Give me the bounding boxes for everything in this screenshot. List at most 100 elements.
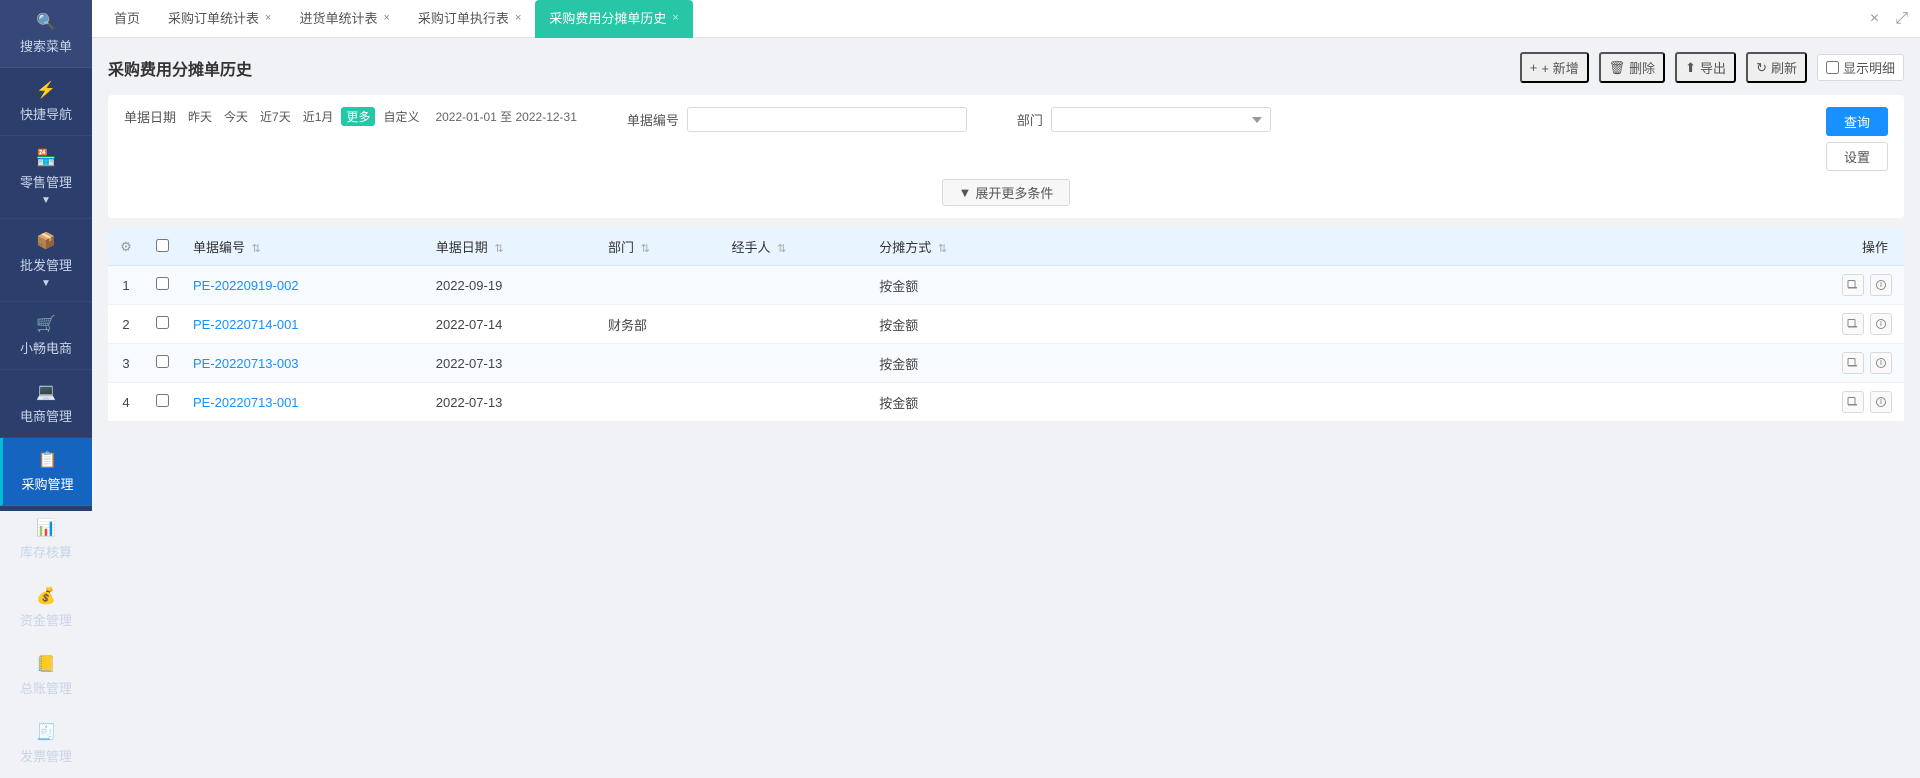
tab-inbound-stats[interactable]: 进货单统计表 ×	[285, 0, 403, 38]
sort-icon[interactable]: ⇅	[494, 243, 503, 255]
row-dept	[596, 266, 719, 305]
sidebar-item-invoice[interactable]: 🧾 发票管理	[0, 710, 92, 778]
row-date: 2022-07-14	[424, 305, 596, 344]
sidebar-item-label: 批发管理	[20, 255, 72, 274]
show-cols-checkbox[interactable]	[1826, 61, 1839, 74]
docno-filter-group: 单据编号	[627, 107, 967, 132]
date-btn-today[interactable]: 今天	[220, 107, 252, 126]
date-shortcuts: 昨天 今天 近7天 近1月 更多 自定义	[184, 107, 423, 126]
search-button[interactable]: 查询	[1826, 107, 1888, 136]
row-method: 按金额	[867, 266, 1765, 305]
date-btn-1month[interactable]: 近1月	[299, 107, 338, 126]
col-docno-label: 单据编号	[193, 240, 245, 255]
sidebar-item-ledger[interactable]: 📒 总账管理	[0, 642, 92, 710]
close-icon[interactable]: ×	[383, 12, 389, 24]
show-cols-button[interactable]: 显示明细	[1817, 54, 1904, 81]
wholesale-icon: 📦	[36, 231, 56, 251]
sort-icon[interactable]: ⇅	[777, 243, 786, 255]
sidebar-item-inventory[interactable]: 📊 库存核算	[0, 506, 92, 574]
sort-icon[interactable]: ⇅	[938, 243, 947, 255]
row-select-checkbox[interactable]	[156, 394, 169, 407]
sidebar-item-purchase[interactable]: 📋 采购管理	[0, 438, 92, 506]
edit-action-icon[interactable]	[1842, 313, 1864, 335]
chevron-down-icon: ▼	[41, 195, 51, 206]
edit-action-icon[interactable]	[1842, 352, 1864, 374]
expand-button[interactable]: ▼ 展开更多条件	[942, 179, 1071, 206]
dept-select[interactable]	[1051, 107, 1271, 132]
row-checkbox	[144, 305, 181, 344]
maximize-tab-action[interactable]: ⤢	[1891, 8, 1912, 30]
sidebar-item-label: 搜索菜单	[20, 36, 72, 55]
col-settings[interactable]: ⚙	[108, 228, 144, 266]
table-row: 4 PE-20220713-001 2022-07-13 按金额	[108, 383, 1904, 422]
export-button[interactable]: ⬆ 导出	[1675, 52, 1736, 83]
edit-action-icon[interactable]	[1842, 274, 1864, 296]
row-select-checkbox[interactable]	[156, 277, 169, 290]
edit-action-icon[interactable]	[1842, 391, 1864, 413]
ecommerce-icon: 💻	[36, 382, 56, 402]
row-select-checkbox[interactable]	[156, 355, 169, 368]
detail-action-icon[interactable]	[1870, 391, 1892, 413]
sidebar-item-wholesale[interactable]: 📦 批发管理 ▼	[0, 219, 92, 302]
sidebar-item-label: 发票管理	[20, 746, 72, 765]
close-icon[interactable]: ×	[515, 12, 521, 24]
table-row: 3 PE-20220713-003 2022-07-13 按金额	[108, 344, 1904, 383]
select-all-checkbox[interactable]	[156, 239, 169, 252]
detail-action-icon[interactable]	[1870, 352, 1892, 374]
col-handler-label: 经手人	[731, 240, 770, 255]
sidebar-item-finance[interactable]: 💰 资金管理	[0, 574, 92, 642]
row-select-checkbox[interactable]	[156, 316, 169, 329]
inventory-icon: 📊	[36, 518, 56, 538]
date-btn-7days[interactable]: 近7天	[256, 107, 295, 126]
row-no: 3	[108, 344, 144, 383]
docno-link[interactable]: PE-20220919-002	[193, 278, 299, 293]
chevron-down-icon: ▼	[41, 278, 51, 289]
sidebar-item-ecommerce[interactable]: 💻 电商管理	[0, 370, 92, 438]
row-method: 按金额	[867, 344, 1765, 383]
close-tab-action[interactable]: ×	[1866, 8, 1883, 30]
sidebar-item-label: 电商管理	[20, 406, 72, 425]
docno-input[interactable]	[687, 107, 967, 132]
sort-icon[interactable]: ⇅	[252, 243, 261, 255]
docno-link[interactable]: PE-20220713-003	[193, 356, 299, 371]
sidebar-item-quicknav[interactable]: ⚡ 快捷导航	[0, 68, 92, 136]
sidebar-item-retail[interactable]: 🏪 零售管理 ▼	[0, 136, 92, 219]
show-cols-label: 显示明细	[1843, 58, 1895, 77]
filter-buttons: 查询 设置	[1826, 107, 1888, 171]
tab-label: 采购订单统计表	[168, 8, 259, 27]
detail-action-icon[interactable]	[1870, 313, 1892, 335]
ledger-icon: 📒	[36, 654, 56, 674]
col-action: 操作	[1765, 228, 1904, 266]
close-icon[interactable]: ×	[672, 12, 678, 24]
sidebar-item-ecommerce-small[interactable]: 🛒 小畅电商	[0, 302, 92, 370]
row-no: 2	[108, 305, 144, 344]
filter-row: 单据日期 昨天 今天 近7天 近1月 更多 自定义 2022-01-01 至 2…	[124, 107, 1888, 171]
delete-icon: 🗑	[1609, 60, 1626, 76]
tab-purchase-fee-history[interactable]: 采购费用分摊单历史 ×	[535, 0, 692, 38]
sidebar-item-search[interactable]: 🔍 搜索菜单	[0, 0, 92, 68]
docno-link[interactable]: PE-20220714-001	[193, 317, 299, 332]
row-actions	[1765, 266, 1904, 305]
tab-purchase-order-stats[interactable]: 采购订单统计表 ×	[154, 0, 285, 38]
date-btn-custom[interactable]: 自定义	[379, 107, 423, 126]
filter-settings-button[interactable]: 设置	[1826, 142, 1888, 171]
detail-action-icon[interactable]	[1870, 274, 1892, 296]
date-filter-label: 单据日期	[124, 107, 176, 126]
sidebar-item-label: 资金管理	[20, 610, 72, 629]
sidebar-item-label: 零售管理	[20, 172, 72, 191]
close-icon[interactable]: ×	[265, 12, 271, 24]
sort-icon[interactable]: ⇅	[641, 243, 650, 255]
delete-button[interactable]: 🗑 删除	[1599, 52, 1666, 83]
add-button[interactable]: + + 新增	[1520, 52, 1589, 83]
sidebar-item-label: 采购管理	[21, 474, 73, 493]
tab-purchase-order-exec[interactable]: 采购订单执行表 ×	[404, 0, 535, 38]
date-btn-more[interactable]: 更多	[341, 107, 375, 126]
docno-link[interactable]: PE-20220713-001	[193, 395, 299, 410]
date-btn-yesterday[interactable]: 昨天	[184, 107, 216, 126]
row-date: 2022-07-13	[424, 344, 596, 383]
col-method: 分摊方式 ⇅	[867, 228, 1765, 266]
col-date-label: 单据日期	[436, 240, 488, 255]
row-dept: 财务部	[596, 305, 719, 344]
refresh-button[interactable]: ↻ 刷新	[1746, 52, 1807, 83]
tab-home[interactable]: 首页	[100, 0, 154, 38]
